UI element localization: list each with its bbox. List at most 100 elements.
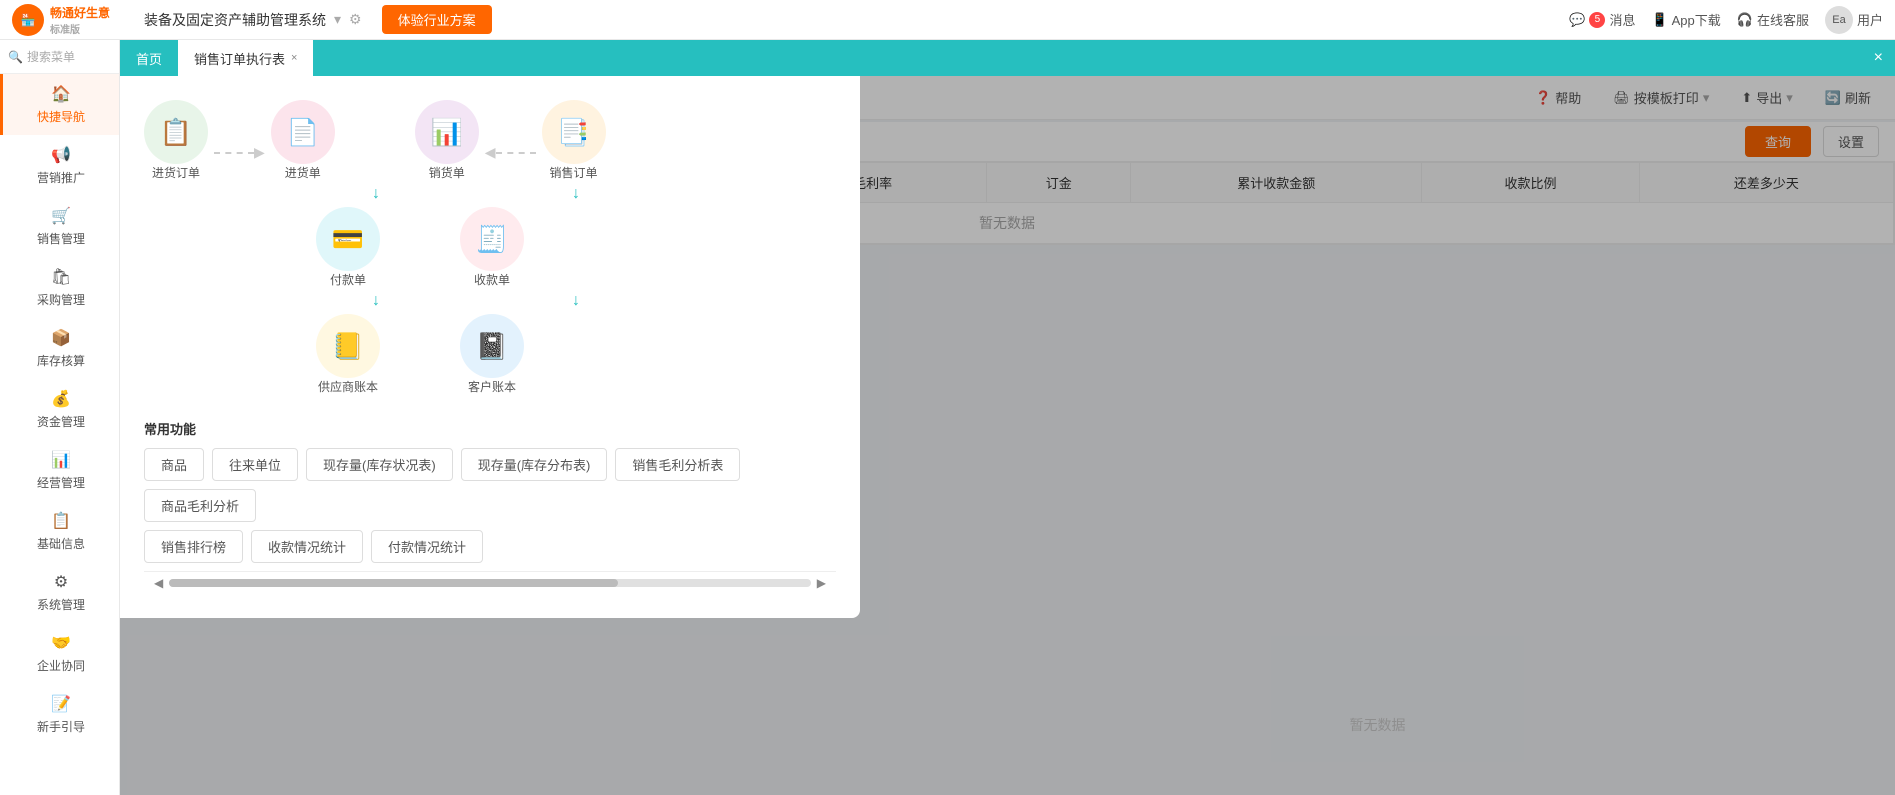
sidebar-item-inventory[interactable]: 📦 库存核算 xyxy=(0,318,119,379)
search-icon: 🔍 xyxy=(8,50,23,64)
sidebar: 🔍 搜索菜单 🏠 快捷导航 📢 营销推广 🛒 销售管理 🛍 采购管理 📦 库存核… xyxy=(0,40,120,795)
func-buttons-row2: 销售排行榜 收款情况统计 付款情况统计 xyxy=(144,530,836,563)
flow-node-payment-in[interactable]: 🧾 收款单 xyxy=(460,207,524,288)
scroll-right-arrow[interactable]: ▶ xyxy=(815,576,828,590)
content-area: 首页 销售订单执行表 × × ❓ 帮助 🖨 按模板打印 ▾ xyxy=(120,40,1895,795)
func-btn-payment-stats[interactable]: 付款情况统计 xyxy=(371,530,483,563)
sidebar-item-newbie[interactable]: 📝 新手引导 xyxy=(0,684,119,745)
tab-bar: 首页 销售订单执行表 × × xyxy=(120,40,1895,76)
sidebar-label-sales: 销售管理 xyxy=(37,230,85,247)
settings-icon[interactable]: ⚙ xyxy=(349,11,362,28)
purchase-order-label: 进货订单 xyxy=(152,164,200,181)
sidebar-label-newbie: 新手引导 xyxy=(37,718,85,735)
panel-scrollbar: ◀ ▶ xyxy=(144,571,836,594)
payment-out-icon: 💳 xyxy=(316,207,380,271)
main-layout: 🔍 搜索菜单 🏠 快捷导航 📢 营销推广 🛒 销售管理 🛍 采购管理 📦 库存核… xyxy=(0,40,1895,795)
newbie-icon: 📝 xyxy=(51,694,71,714)
system-title-text: 装备及固定资产辅助管理系统 xyxy=(144,10,326,30)
func-btn-receipt-stats[interactable]: 收款情况统计 xyxy=(251,530,363,563)
purchase-bill-label: 进货单 xyxy=(285,164,321,181)
flow-node-purchase-bill[interactable]: 📄 进货单 xyxy=(271,100,335,181)
logo-sub: 标准版 xyxy=(50,21,110,36)
system-title-area: 装备及固定资产辅助管理系统 ▾ ⚙ xyxy=(144,10,362,30)
app-download-item[interactable]: 📱 App下载 xyxy=(1651,10,1720,29)
func-btn-stock-status[interactable]: 现存量(库存状况表) xyxy=(306,448,453,481)
scrollbar-thumb xyxy=(169,579,618,587)
func-btn-stock-dist[interactable]: 现存量(库存分布表) xyxy=(461,448,608,481)
sidebar-item-marketing[interactable]: 📢 营销推广 xyxy=(0,135,119,196)
flow-node-supplier-ledger[interactable]: 📒 供应商账本 xyxy=(316,314,380,395)
tab-close-icon[interactable]: × xyxy=(291,52,297,64)
sidebar-item-sales[interactable]: 🛒 销售管理 xyxy=(0,196,119,257)
avatar: Ea xyxy=(1825,6,1853,34)
func-buttons-row1: 商品 往来单位 现存量(库存状况表) 现存量(库存分布表) 销售毛利分析表 商品… xyxy=(144,448,836,522)
sidebar-item-operations[interactable]: 📊 经营管理 xyxy=(0,440,119,501)
header-middle: 体验行业方案 xyxy=(382,5,1570,34)
tab-home-label: 首页 xyxy=(136,49,162,68)
supplier-ledger-icon: 📒 xyxy=(316,314,380,378)
func-btn-sales-rank[interactable]: 销售排行榜 xyxy=(144,530,243,563)
purchase-icon: 🛍 xyxy=(51,267,71,287)
sidebar-item-system[interactable]: ⚙ 系统管理 xyxy=(0,562,119,623)
sidebar-item-quick-nav[interactable]: 🏠 快捷导航 xyxy=(0,74,119,135)
user-item[interactable]: Ea 用户 xyxy=(1825,6,1883,34)
message-badge: 5 xyxy=(1589,12,1605,28)
scroll-left-arrow[interactable]: ◀ xyxy=(152,576,165,590)
quick-guide-overlay: 📋 进货订单 ▶ xyxy=(120,76,1895,795)
sidebar-label-basic-info: 基础信息 xyxy=(37,535,85,552)
sidebar-label-finance: 资金管理 xyxy=(37,413,85,430)
sidebar-label-marketing: 营销推广 xyxy=(37,169,85,186)
sidebar-item-purchase[interactable]: 🛍 采购管理 xyxy=(0,257,119,318)
sales-bill-label: 销货单 xyxy=(429,164,465,181)
finance-icon: 💰 xyxy=(51,389,71,409)
flow-diagram: 📋 进货订单 ▶ xyxy=(144,100,836,399)
payment-in-label: 收款单 xyxy=(474,271,510,288)
logo-text: 畅通好生意 xyxy=(50,4,110,21)
marketing-icon: 📢 xyxy=(51,145,71,165)
tab-bar-close-button[interactable]: × xyxy=(1862,40,1895,76)
scrollbar-track[interactable] xyxy=(169,579,811,587)
sales-order-icon: 📑 xyxy=(542,100,606,164)
customer-ledger-label: 客户账本 xyxy=(468,378,516,395)
payment-out-label: 付款单 xyxy=(330,271,366,288)
customer-ledger-icon: 📓 xyxy=(460,314,524,378)
message-label: 消息 xyxy=(1609,10,1635,29)
sidebar-item-finance[interactable]: 💰 资金管理 xyxy=(0,379,119,440)
experience-button[interactable]: 体验行业方案 xyxy=(382,5,492,34)
search-bar[interactable]: 🔍 搜索菜单 xyxy=(0,40,119,74)
payment-in-icon: 🧾 xyxy=(460,207,524,271)
sidebar-label-inventory: 库存核算 xyxy=(37,352,85,369)
func-btn-sales-profit[interactable]: 销售毛利分析表 xyxy=(615,448,740,481)
sales-icon: 🛒 xyxy=(51,206,71,226)
common-functions: 常用功能 商品 往来单位 现存量(库存状况表) 现存量(库存分布表) 销售毛利分… xyxy=(144,419,836,563)
enterprise-icon: 🤝 xyxy=(51,633,71,653)
search-label: 搜索菜单 xyxy=(27,48,75,65)
inventory-icon: 📦 xyxy=(51,328,71,348)
supplier-ledger-label: 供应商账本 xyxy=(318,378,378,395)
flow-node-customer-ledger[interactable]: 📓 客户账本 xyxy=(460,314,524,395)
online-service-label: 在线客服 xyxy=(1757,10,1809,29)
flow-node-purchase-order[interactable]: 📋 进货订单 xyxy=(144,100,208,181)
app-icon: 📱 xyxy=(1651,12,1667,28)
func-btn-partner[interactable]: 往来单位 xyxy=(212,448,298,481)
service-icon: 🎧 xyxy=(1737,12,1753,28)
func-btn-product-profit[interactable]: 商品毛利分析 xyxy=(144,489,256,522)
flow-node-sales-bill[interactable]: 📊 销货单 xyxy=(415,100,479,181)
system-dropdown-icon[interactable]: ▾ xyxy=(334,11,341,28)
quick-nav-icon: 🏠 xyxy=(51,84,71,104)
tab-home[interactable]: 首页 xyxy=(120,40,178,76)
message-item[interactable]: 💬 5 消息 xyxy=(1569,10,1635,29)
page-content: ❓ 帮助 🖨 按模板打印 ▾ ⬆ 导出 ▾ 🔄 刷新 xyxy=(120,76,1895,795)
tab-sales-order[interactable]: 销售订单执行表 × xyxy=(178,40,313,76)
message-icon: 💬 xyxy=(1569,12,1585,28)
sidebar-item-basic-info[interactable]: 📋 基础信息 xyxy=(0,501,119,562)
user-label: 用户 xyxy=(1857,10,1883,29)
operations-icon: 📊 xyxy=(51,450,71,470)
header: 🏪 畅通好生意 标准版 装备及固定资产辅助管理系统 ▾ ⚙ 体验行业方案 💬 5… xyxy=(0,0,1895,40)
online-service-item[interactable]: 🎧 在线客服 xyxy=(1737,10,1809,29)
flow-node-payment-out[interactable]: 💳 付款单 xyxy=(316,207,380,288)
common-functions-title: 常用功能 xyxy=(144,419,836,438)
flow-node-sales-order[interactable]: 📑 销售订单 xyxy=(542,100,606,181)
func-btn-product[interactable]: 商品 xyxy=(144,448,204,481)
sidebar-item-enterprise[interactable]: 🤝 企业协同 xyxy=(0,623,119,684)
